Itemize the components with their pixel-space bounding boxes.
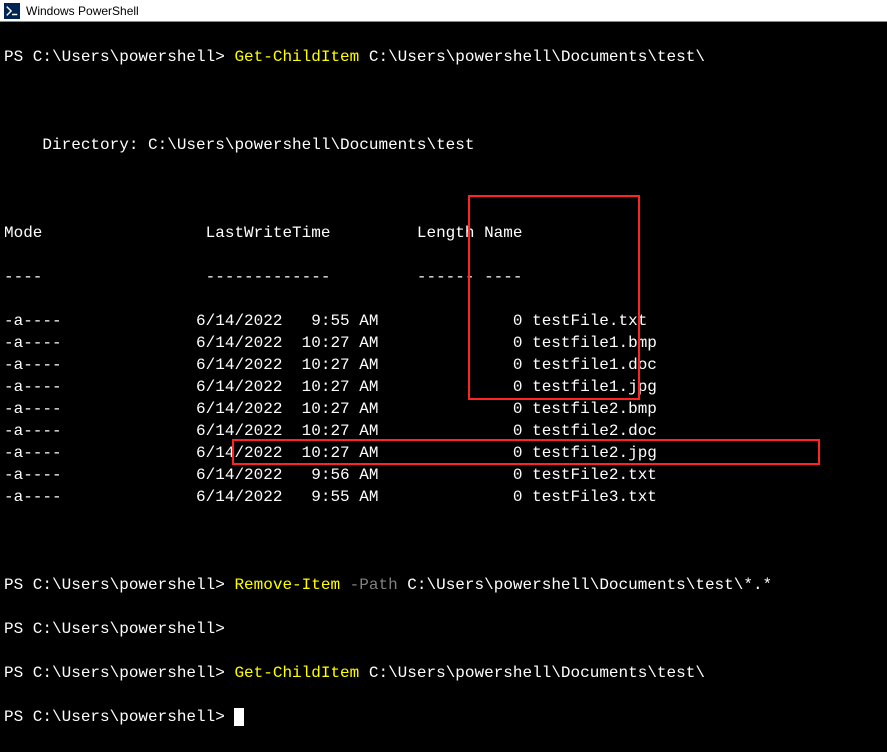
prompt: PS C:\Users\powershell> bbox=[4, 576, 234, 594]
directory-line: Directory: C:\Users\powershell\Documents… bbox=[4, 134, 883, 156]
cmd-arg-path: C:\Users\powershell\Documents\test\ bbox=[369, 48, 705, 66]
cmdlet-remove-item: Remove-Item bbox=[234, 576, 340, 594]
table-row: -a---- 6/14/2022 10:27 AM 0 testfile1.do… bbox=[4, 354, 883, 376]
prompt: PS C:\Users\powershell> bbox=[4, 708, 234, 726]
cmdlet-get-childitem: Get-ChildItem bbox=[234, 48, 359, 66]
cmd-arg-path: C:\Users\powershell\Documents\test\ bbox=[369, 664, 705, 682]
cursor bbox=[234, 708, 244, 726]
highlight-box-files bbox=[468, 195, 640, 400]
highlight-box-remove-command bbox=[232, 439, 820, 465]
prompt: PS C:\Users\powershell> bbox=[4, 664, 234, 682]
table-header: Mode LastWriteTime Length Name bbox=[4, 222, 883, 244]
cmdlet-get-childitem: Get-ChildItem bbox=[234, 664, 359, 682]
param-path: -Path bbox=[350, 576, 398, 594]
window-title: Windows PowerShell bbox=[26, 4, 139, 18]
powershell-icon bbox=[4, 3, 20, 19]
table-row: -a---- 6/14/2022 10:27 AM 0 testfile2.bm… bbox=[4, 398, 883, 420]
prompt: PS C:\Users\powershell> bbox=[4, 620, 234, 638]
table-row: -a---- 6/14/2022 9:55 AM 0 testFile3.txt bbox=[4, 486, 883, 508]
prompt: PS C:\Users\powershell> bbox=[4, 48, 234, 66]
table-row: -a---- 6/14/2022 9:55 AM 0 testFile.txt bbox=[4, 310, 883, 332]
table-row: -a---- 6/14/2022 10:27 AM 0 testfile1.bm… bbox=[4, 332, 883, 354]
terminal-area[interactable]: PS C:\Users\powershell> Get-ChildItem C:… bbox=[0, 22, 887, 752]
table-row: -a---- 6/14/2022 10:27 AM 0 testfile1.jp… bbox=[4, 376, 883, 398]
window-titlebar: Windows PowerShell bbox=[0, 0, 887, 22]
table-row: -a---- 6/14/2022 9:56 AM 0 testFile2.txt bbox=[4, 464, 883, 486]
cmd-arg-path: C:\Users\powershell\Documents\test\*.* bbox=[407, 576, 772, 594]
table-header-sep: ---- ------------- ------ ---- bbox=[4, 266, 883, 288]
